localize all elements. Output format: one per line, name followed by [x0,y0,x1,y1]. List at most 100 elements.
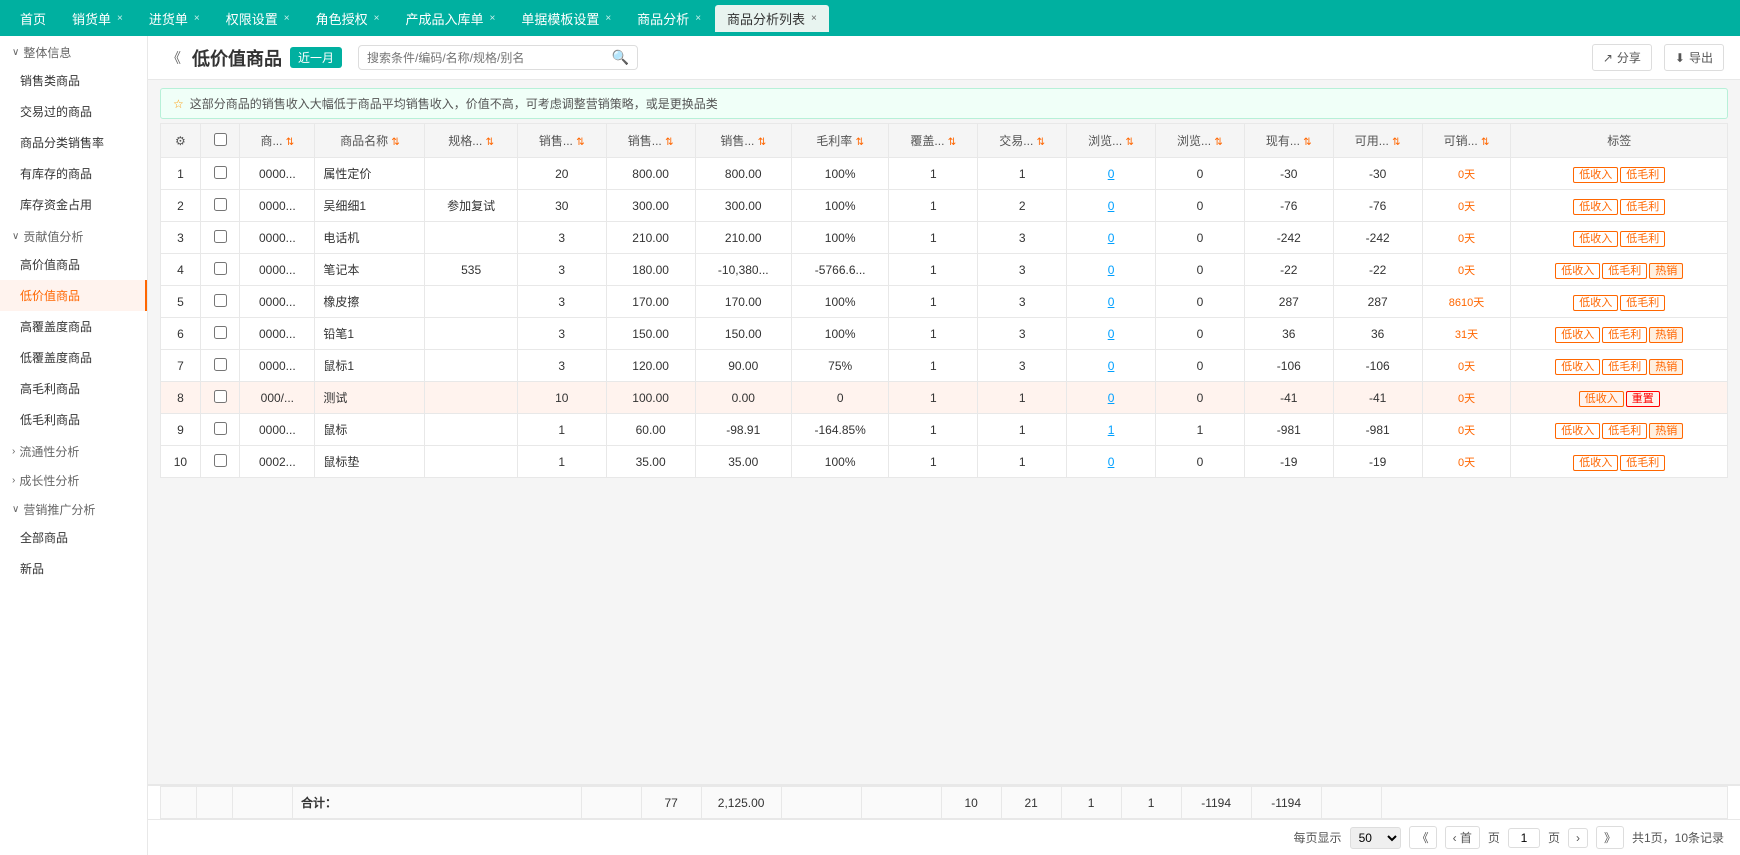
close-icon[interactable]: × [489,13,495,24]
search-icon[interactable]: 🔍 [612,49,629,66]
col-browse1[interactable]: 浏览... ⇅ [1067,124,1156,158]
sidebar-item-sales-goods[interactable]: 销售类商品 [0,65,147,96]
sidebar-group-marketing[interactable]: ∨ 营销推广分析 [0,493,147,522]
sidebar-item-low-value[interactable]: 低价值商品 [0,280,147,311]
col-sale-qty[interactable]: 销售... ⇅ [517,124,606,158]
cell-checkbox[interactable] [200,222,239,254]
row-checkbox[interactable] [214,454,227,467]
sidebar-item-low-margin[interactable]: 低毛利商品 [0,404,147,435]
col-trade[interactable]: 交易... ⇅ [978,124,1067,158]
close-icon[interactable]: × [374,13,380,24]
cell-browse1[interactable]: 1 [1067,414,1156,446]
col-spec[interactable]: 规格... ⇅ [425,124,517,158]
nav-product-analysis[interactable]: 商品分析 × [625,5,713,32]
cell-checkbox[interactable] [200,350,239,382]
nav-role-auth[interactable]: 角色授权 × [304,5,392,32]
browse-link[interactable]: 1 [1108,423,1115,437]
cell-browse1[interactable]: 0 [1067,350,1156,382]
row-checkbox[interactable] [214,326,227,339]
col-browse2[interactable]: 浏览... ⇅ [1155,124,1244,158]
sidebar-item-high-coverage[interactable]: 高覆盖度商品 [0,311,147,342]
nav-template-settings[interactable]: 单据模板设置 × [509,5,623,32]
sidebar-item-low-coverage[interactable]: 低覆盖度商品 [0,342,147,373]
cell-browse1[interactable]: 0 [1067,158,1156,190]
row-checkbox[interactable] [214,198,227,211]
browse-link[interactable]: 0 [1108,391,1115,405]
col-sale-amount[interactable]: 销售... ⇅ [606,124,695,158]
col-current-stock[interactable]: 现有... ⇅ [1244,124,1333,158]
cell-browse1[interactable]: 0 [1067,254,1156,286]
browse-link[interactable]: 0 [1108,295,1115,309]
browse-link[interactable]: 0 [1108,263,1115,277]
next-page-button[interactable]: › [1568,828,1588,848]
browse-link[interactable]: 0 [1108,199,1115,213]
browse-link[interactable]: 0 [1108,231,1115,245]
cell-checkbox[interactable] [200,318,239,350]
row-checkbox[interactable] [214,390,227,403]
export-button[interactable]: ⬇ 导出 [1664,44,1724,71]
close-icon[interactable]: × [194,13,200,24]
cell-browse1[interactable]: 0 [1067,222,1156,254]
cell-checkbox[interactable] [200,446,239,478]
browse-link[interactable]: 0 [1108,455,1115,469]
prev-page-button[interactable]: ‹ 首 [1445,826,1480,849]
sidebar-group-growth[interactable]: › 成长性分析 [0,464,147,493]
row-checkbox[interactable] [214,294,227,307]
nav-home[interactable]: 首页 [8,5,58,32]
search-input[interactable] [367,51,612,65]
sidebar-group-flow[interactable]: › 流通性分析 [0,435,147,464]
row-checkbox[interactable] [214,166,227,179]
sidebar-item-stock-goods[interactable]: 有库存的商品 [0,158,147,189]
page-number-input[interactable] [1508,828,1540,848]
row-checkbox[interactable] [214,230,227,243]
sidebar-group-contribution[interactable]: ∨ 贡献值分析 [0,220,147,249]
sidebar-item-high-margin[interactable]: 高毛利商品 [0,373,147,404]
row-checkbox[interactable] [214,358,227,371]
sidebar-item-high-value[interactable]: 高价值商品 [0,249,147,280]
nav-purchase-order[interactable]: 进货单 × [137,5,212,32]
cell-browse1[interactable]: 0 [1067,446,1156,478]
last-page-button[interactable]: 》 [1596,826,1624,849]
collapse-sidebar-button[interactable]: 《 [164,48,184,68]
cell-checkbox[interactable] [200,414,239,446]
cell-browse1[interactable]: 0 [1067,286,1156,318]
row-checkbox[interactable] [214,262,227,275]
select-all-checkbox[interactable] [214,133,227,146]
cell-checkbox[interactable] [200,190,239,222]
cell-browse1[interactable]: 0 [1067,318,1156,350]
cell-checkbox[interactable] [200,158,239,190]
col-saleable[interactable]: 可销... ⇅ [1422,124,1511,158]
close-icon[interactable]: × [117,13,123,24]
browse-link[interactable]: 0 [1108,167,1115,181]
cell-checkbox[interactable] [200,286,239,318]
sidebar-item-all-goods[interactable]: 全部商品 [0,522,147,553]
cell-browse1[interactable]: 0 [1067,190,1156,222]
close-icon[interactable]: × [605,13,611,24]
close-icon[interactable]: × [811,13,817,24]
browse-link[interactable]: 0 [1108,359,1115,373]
period-filter-button[interactable]: 近一月 [290,47,342,68]
first-page-button[interactable]: 《 [1409,826,1437,849]
close-icon[interactable]: × [284,13,290,24]
col-coverage[interactable]: 覆盖... ⇅ [889,124,978,158]
sidebar-group-overall[interactable]: ∨ 整体信息 [0,36,147,65]
nav-sales-order[interactable]: 销货单 × [60,5,135,32]
close-icon[interactable]: × [695,13,701,24]
col-sale-profit[interactable]: 销售... ⇅ [695,124,791,158]
sidebar-item-category-sales-rate[interactable]: 商品分类销售率 [0,127,147,158]
sidebar-item-traded-goods[interactable]: 交易过的商品 [0,96,147,127]
nav-product-analysis-list[interactable]: 商品分析列表 × [715,5,829,32]
nav-permission[interactable]: 权限设置 × [214,5,302,32]
col-checkbox[interactable] [200,124,239,158]
cell-checkbox[interactable] [200,382,239,414]
sidebar-item-new-goods[interactable]: 新品 [0,553,147,584]
col-code[interactable]: 商... ⇅ [240,124,315,158]
browse-link[interactable]: 0 [1108,327,1115,341]
cell-browse1[interactable]: 0 [1067,382,1156,414]
col-margin[interactable]: 毛利率 ⇅ [791,124,888,158]
per-page-select[interactable]: 50 100 200 [1350,827,1401,849]
col-name[interactable]: 商品名称 ⇅ [315,124,425,158]
col-available[interactable]: 可用... ⇅ [1333,124,1422,158]
cell-checkbox[interactable] [200,254,239,286]
row-checkbox[interactable] [214,422,227,435]
